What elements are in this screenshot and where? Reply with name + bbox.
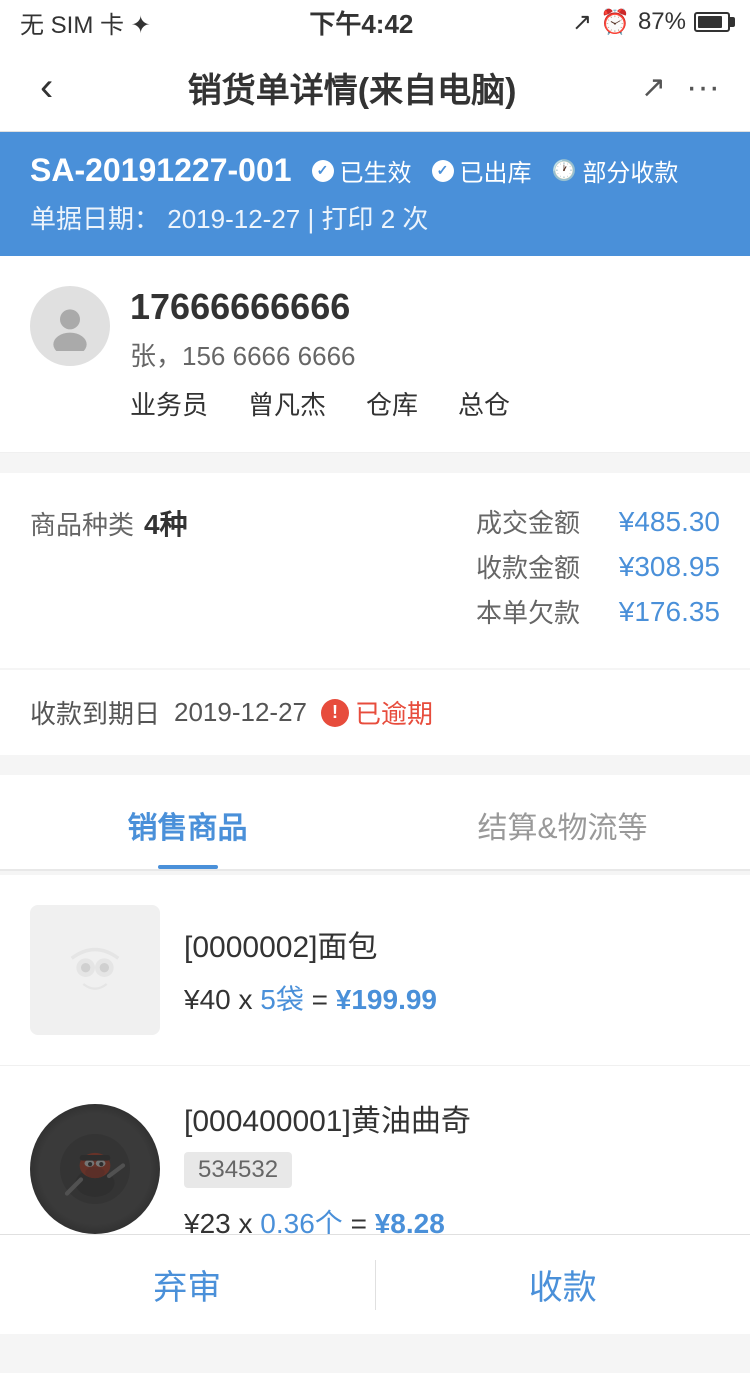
warehouse-label: 仓库 <box>366 385 418 422</box>
alarm-icon: ⏰ <box>600 8 630 37</box>
nav-actions: ↗ ··· <box>641 68 720 107</box>
date-label: 单据日期： <box>30 204 160 234</box>
received-value: ¥308.95 <box>600 551 720 583</box>
order-header: SA-20191227-001 ✓ 已生效 ✓ 已出库 🕐 部分收款 单据日期：… <box>0 132 750 256</box>
battery-text: 87% <box>638 8 686 36</box>
status-bar: 无 SIM 卡 ✦ 下午4:42 ↗ ⏰ 87% <box>0 0 750 44</box>
product-name-2: [000400001]黄油曲奇 <box>184 1096 720 1140</box>
cancel-review-button[interactable]: 弃审 <box>0 1240 375 1329</box>
deal-amount-label: 成交金额 <box>476 503 580 540</box>
sales-name: 曾凡杰 <box>248 385 326 422</box>
order-date-info: 单据日期： 2019-12-27 | 打印 2 次 <box>30 199 720 236</box>
bottom-bar: 弃审 收款 <box>0 1234 750 1334</box>
deal-amount-value: ¥485.30 <box>600 506 720 538</box>
check-icon: ✓ <box>312 160 334 182</box>
received-label: 收款金额 <box>476 548 580 585</box>
share-icon[interactable]: ↗ <box>641 70 666 105</box>
badge-shipped: ✓ 已出库 <box>432 153 532 188</box>
product-name: [0000002]面包 <box>184 922 720 966</box>
badge-shipped-label: 已出库 <box>460 153 532 188</box>
overdue-text: 已逾期 <box>355 694 433 731</box>
tab-settlement[interactable]: 结算&物流等 <box>375 775 750 869</box>
tab-sales-label: 销售商品 <box>128 812 248 845</box>
print-info: 打印 2 次 <box>321 204 428 234</box>
item-types: 商品种类 4种 <box>30 503 188 543</box>
separator: | <box>307 204 321 234</box>
tab-settlement-label: 结算&物流等 <box>477 812 647 845</box>
order-id: SA-20191227-001 <box>30 152 292 189</box>
collect-payment-button[interactable]: 收款 <box>376 1240 750 1329</box>
price-qty: 5袋 <box>260 984 304 1015</box>
check-icon-2: ✓ <box>432 160 454 182</box>
debt-value: ¥176.35 <box>600 596 720 628</box>
order-date: 2019-12-27 <box>167 204 300 234</box>
summary-section: 商品种类 4种 成交金额 ¥485.30 收款金额 ¥308.95 本单欠款 ¥… <box>0 473 750 668</box>
types-label: 商品种类 <box>30 505 134 542</box>
badge-partial-label: 部分收款 <box>582 153 678 188</box>
back-button[interactable]: ‹ <box>30 55 63 120</box>
badge-effective: ✓ 已生效 <box>312 153 412 188</box>
deal-amount-row: 成交金额 ¥485.30 <box>476 503 720 540</box>
product-info: [0000002]面包 ¥40 x 5袋 = ¥199.99 <box>184 922 720 1018</box>
product-sku: 534532 <box>184 1152 292 1188</box>
order-header-top: SA-20191227-001 ✓ 已生效 ✓ 已出库 🕐 部分收款 <box>30 152 720 189</box>
price-base: ¥40 <box>184 984 231 1015</box>
types-count: 4种 <box>144 503 188 543</box>
product-thumbnail <box>30 905 160 1035</box>
due-label: 收款到期日 <box>30 694 160 731</box>
status-time: 下午4:42 <box>309 4 413 41</box>
summary-right: 成交金额 ¥485.30 收款金额 ¥308.95 本单欠款 ¥176.35 <box>476 503 720 638</box>
signal-text: 无 SIM 卡 ✦ <box>20 5 151 40</box>
more-icon[interactable]: ··· <box>686 68 720 107</box>
product-thumbnail-ninja <box>30 1104 160 1234</box>
location-icon: ↗ <box>572 8 592 37</box>
customer-avatar <box>30 286 110 366</box>
customer-sub: 张，156 6666 6666 <box>130 336 720 373</box>
due-section: 收款到期日 2019-12-27 ! 已逾期 <box>0 670 750 755</box>
debt-row: 本单欠款 ¥176.35 <box>476 593 720 630</box>
clock-icon: 🕐 <box>552 158 577 183</box>
customer-info: 17666666666 张，156 6666 6666 业务员 曾凡杰 仓库 总… <box>130 286 720 422</box>
tabs-section: 销售商品 结算&物流等 <box>0 775 750 871</box>
product-info-2: [000400001]黄油曲奇 534532 ¥23 x 0.36个 = ¥8.… <box>184 1096 720 1242</box>
product-price: ¥40 x 5袋 = ¥199.99 <box>184 978 720 1018</box>
customer-main-name: 17666666666 <box>130 286 720 328</box>
customer-meta: 业务员 曾凡杰 仓库 总仓 <box>130 385 720 422</box>
badge-effective-label: 已生效 <box>340 153 412 188</box>
overdue-icon: ! <box>321 699 349 727</box>
customer-section: 17666666666 张，156 6666 6666 业务员 曾凡杰 仓库 总… <box>0 256 750 453</box>
product-list: [0000002]面包 ¥40 x 5袋 = ¥199.99 <box>0 875 750 1273</box>
price-sep2: = <box>312 984 336 1015</box>
summary-left: 商品种类 4种 <box>30 503 188 543</box>
warehouse-name: 总仓 <box>458 385 510 422</box>
battery-icon <box>694 12 730 32</box>
debt-label: 本单欠款 <box>476 593 580 630</box>
product-item: [0000002]面包 ¥40 x 5袋 = ¥199.99 <box>0 875 750 1066</box>
badge-partial: 🕐 部分收款 <box>552 153 679 188</box>
due-date: 2019-12-27 <box>174 697 307 728</box>
status-left: 无 SIM 卡 ✦ <box>20 5 151 40</box>
page-title: 销货单详情(来自电脑) <box>188 63 517 112</box>
price-total: ¥199.99 <box>336 984 437 1015</box>
nav-bar: ‹ 销货单详情(来自电脑) ↗ ··· <box>0 44 750 132</box>
status-right: ↗ ⏰ 87% <box>572 8 730 37</box>
overdue-badge: ! 已逾期 <box>321 694 433 731</box>
price-sep1: x <box>239 984 261 1015</box>
received-row: 收款金额 ¥308.95 <box>476 548 720 585</box>
tab-sales-products[interactable]: 销售商品 <box>0 775 375 869</box>
sales-label: 业务员 <box>130 385 208 422</box>
